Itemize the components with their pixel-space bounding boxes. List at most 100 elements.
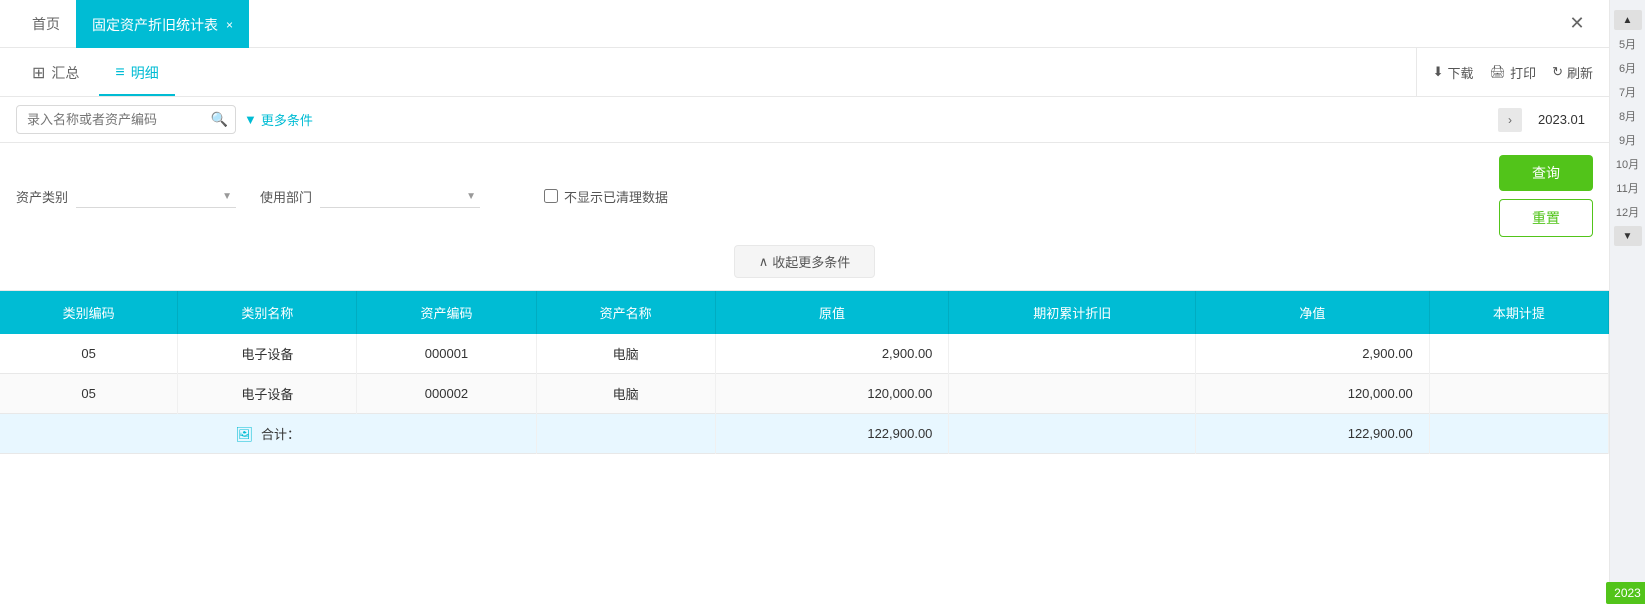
sidebar-month-6[interactable]: 6月 — [1619, 56, 1636, 80]
download-label: 下载 — [1448, 63, 1474, 82]
col-category-code: 类别编码 — [0, 291, 178, 334]
total-asset-name — [536, 414, 715, 454]
row2-asset-name: 电脑 — [536, 374, 715, 414]
query-button[interactable]: 查询 — [1499, 155, 1593, 191]
download-icon: ⬇ — [1433, 64, 1444, 80]
more-filter-button[interactable]: ▼ 更多条件 — [244, 110, 313, 129]
collapse-row: ∧ 收起更多条件 — [16, 245, 1593, 282]
row2-category-name: 电子设备 — [178, 374, 357, 414]
row1-asset-code: 000001 — [357, 334, 536, 374]
reset-button[interactable]: 重置 — [1499, 199, 1593, 237]
detail-icon: ≡ — [115, 64, 124, 82]
date-label: 2023.01 — [1530, 112, 1593, 127]
row1-original-value: 2,900.00 — [715, 334, 949, 374]
top-nav: 首页 固定资产折旧统计表 × ✕ — [0, 0, 1609, 48]
tab-bar: ⊞ 汇总 ≡ 明细 — [0, 48, 1416, 96]
refresh-label: 刷新 — [1567, 63, 1593, 82]
print-button[interactable]: 🖨 打印 — [1490, 63, 1537, 82]
total-current-dep — [1429, 414, 1608, 454]
refresh-icon: ↻ — [1552, 64, 1563, 80]
filter-actions: 查询 重置 — [1499, 155, 1593, 237]
tab-summary-label: 汇总 — [51, 63, 79, 83]
page-container: ⊞ 汇总 ≡ 明细 ⬇ 下载 🖨 打印 ↻ 刷 — [0, 48, 1609, 604]
table-header-row: 类别编码 类别名称 资产编码 资产名称 原值 期初累计折旧 净值 本期计提 — [0, 291, 1609, 334]
tab-summary[interactable]: ⊞ 汇总 — [16, 52, 95, 96]
down-arrow-icon: ▼ — [1623, 231, 1633, 242]
collapse-button[interactable]: ∧ 收起更多条件 — [734, 245, 876, 278]
sidebar-month-11[interactable]: 11月 — [1616, 176, 1638, 200]
hide-cleared-checkbox[interactable] — [544, 189, 558, 203]
filter-label: 更多条件 — [261, 110, 313, 129]
sidebar-month-8[interactable]: 8月 — [1619, 104, 1636, 128]
sidebar-year[interactable]: 2023 — [1606, 582, 1645, 604]
window-close-button[interactable]: ✕ — [1561, 8, 1593, 40]
table-row: 05 电子设备 000001 电脑 2,900.00 2,900.00 — [0, 334, 1609, 374]
asset-category-select-wrap: ▼ — [76, 184, 236, 208]
asset-category-label: 资产类别 — [16, 187, 68, 206]
col-accumulated-dep: 期初累计折旧 — [949, 291, 1196, 334]
right-sidebar: ▲ 5月 6月 7月 8月 9月 10月 11月 12月 ▼ 2023 — [1609, 0, 1645, 604]
sidebar-nav-up[interactable]: ▲ — [1614, 10, 1642, 30]
tab-close-icon[interactable]: × — [226, 18, 233, 32]
filter-conditions: 资产类别 ▼ 使用部门 ▼ — [0, 143, 1609, 291]
summary-icon: ⊞ — [32, 63, 45, 83]
row1-net-value: 2,900.00 — [1196, 334, 1430, 374]
filter-icon: ▼ — [244, 112, 257, 127]
collapse-label: 收起更多条件 — [772, 252, 850, 271]
search-input[interactable] — [16, 105, 236, 134]
total-label: 合计： — [261, 427, 300, 442]
row2-accumulated-dep — [949, 374, 1196, 414]
hide-cleared-wrap: 不显示已清理数据 — [544, 187, 668, 206]
print-icon: 🖨 — [1490, 64, 1507, 80]
sidebar-month-10[interactable]: 10月 — [1616, 152, 1639, 176]
col-asset-name: 资产名称 — [536, 291, 715, 334]
col-original-value: 原值 — [715, 291, 949, 334]
total-net-value: 122,900.00 — [1196, 414, 1430, 454]
search-input-wrap: 🔍 — [16, 105, 236, 134]
department-label: 使用部门 — [260, 187, 312, 206]
department-select[interactable] — [320, 184, 480, 208]
sidebar-nav-down[interactable]: ▼ — [1614, 226, 1642, 246]
row2-asset-code: 000002 — [357, 374, 536, 414]
tab-detail[interactable]: ≡ 明细 — [99, 52, 174, 96]
up-arrow-icon: ▲ — [1623, 15, 1633, 26]
search-bar: 🔍 ▼ 更多条件 › 2023.01 — [0, 97, 1609, 143]
date-prev-button[interactable]: › — [1498, 108, 1522, 132]
asset-category-select[interactable] — [76, 184, 236, 208]
sidebar-month-9[interactable]: 9月 — [1619, 128, 1636, 152]
sidebar-month-12[interactable]: 12月 — [1616, 200, 1639, 224]
row1-category-code: 05 — [0, 334, 178, 374]
print-label: 打印 — [1510, 63, 1536, 82]
col-asset-code: 资产编码 — [357, 291, 536, 334]
row2-current-dep — [1429, 374, 1608, 414]
row1-category-name: 电子设备 — [178, 334, 357, 374]
row2-original-value: 120,000.00 — [715, 374, 949, 414]
sidebar-month-7[interactable]: 7月 — [1619, 80, 1636, 104]
col-category-name: 类别名称 — [178, 291, 357, 334]
data-table: 类别编码 类别名称 资产编码 资产名称 原值 期初累计折旧 净值 本期计提 05… — [0, 291, 1609, 454]
row1-current-dep — [1429, 334, 1608, 374]
col-net-value: 净值 — [1196, 291, 1430, 334]
tab-title: 固定资产折旧统计表 — [92, 15, 218, 35]
total-row: 🖼 合计： 122,900.00 122,900.00 — [0, 414, 1609, 454]
total-accumulated-dep — [949, 414, 1196, 454]
tab-detail-label: 明细 — [131, 63, 159, 83]
toolbar: ⬇ 下载 🖨 打印 ↻ 刷新 — [1416, 48, 1609, 96]
refresh-button[interactable]: ↻ 刷新 — [1552, 63, 1593, 82]
active-tab[interactable]: 固定资产折旧统计表 × — [76, 0, 249, 48]
row2-net-value: 120,000.00 — [1196, 374, 1430, 414]
total-original-value: 122,900.00 — [715, 414, 949, 454]
asset-category-field: 资产类别 ▼ — [16, 184, 236, 208]
total-label-cell: 🖼 合计： — [0, 414, 536, 454]
tab-toolbar-row: ⊞ 汇总 ≡ 明细 ⬇ 下载 🖨 打印 ↻ 刷 — [0, 48, 1609, 97]
row2-category-code: 05 — [0, 374, 178, 414]
department-select-wrap: ▼ — [320, 184, 480, 208]
nav-home[interactable]: 首页 — [16, 14, 76, 34]
total-icon: 🖼 — [236, 426, 254, 442]
hide-cleared-label: 不显示已清理数据 — [564, 187, 668, 206]
download-button[interactable]: ⬇ 下载 — [1433, 63, 1474, 82]
sidebar-month-5[interactable]: 5月 — [1619, 32, 1636, 56]
table-row: 05 电子设备 000002 电脑 120,000.00 120,000.00 — [0, 374, 1609, 414]
collapse-icon: ∧ — [759, 254, 769, 270]
filter-row: 资产类别 ▼ 使用部门 ▼ — [16, 155, 1593, 237]
